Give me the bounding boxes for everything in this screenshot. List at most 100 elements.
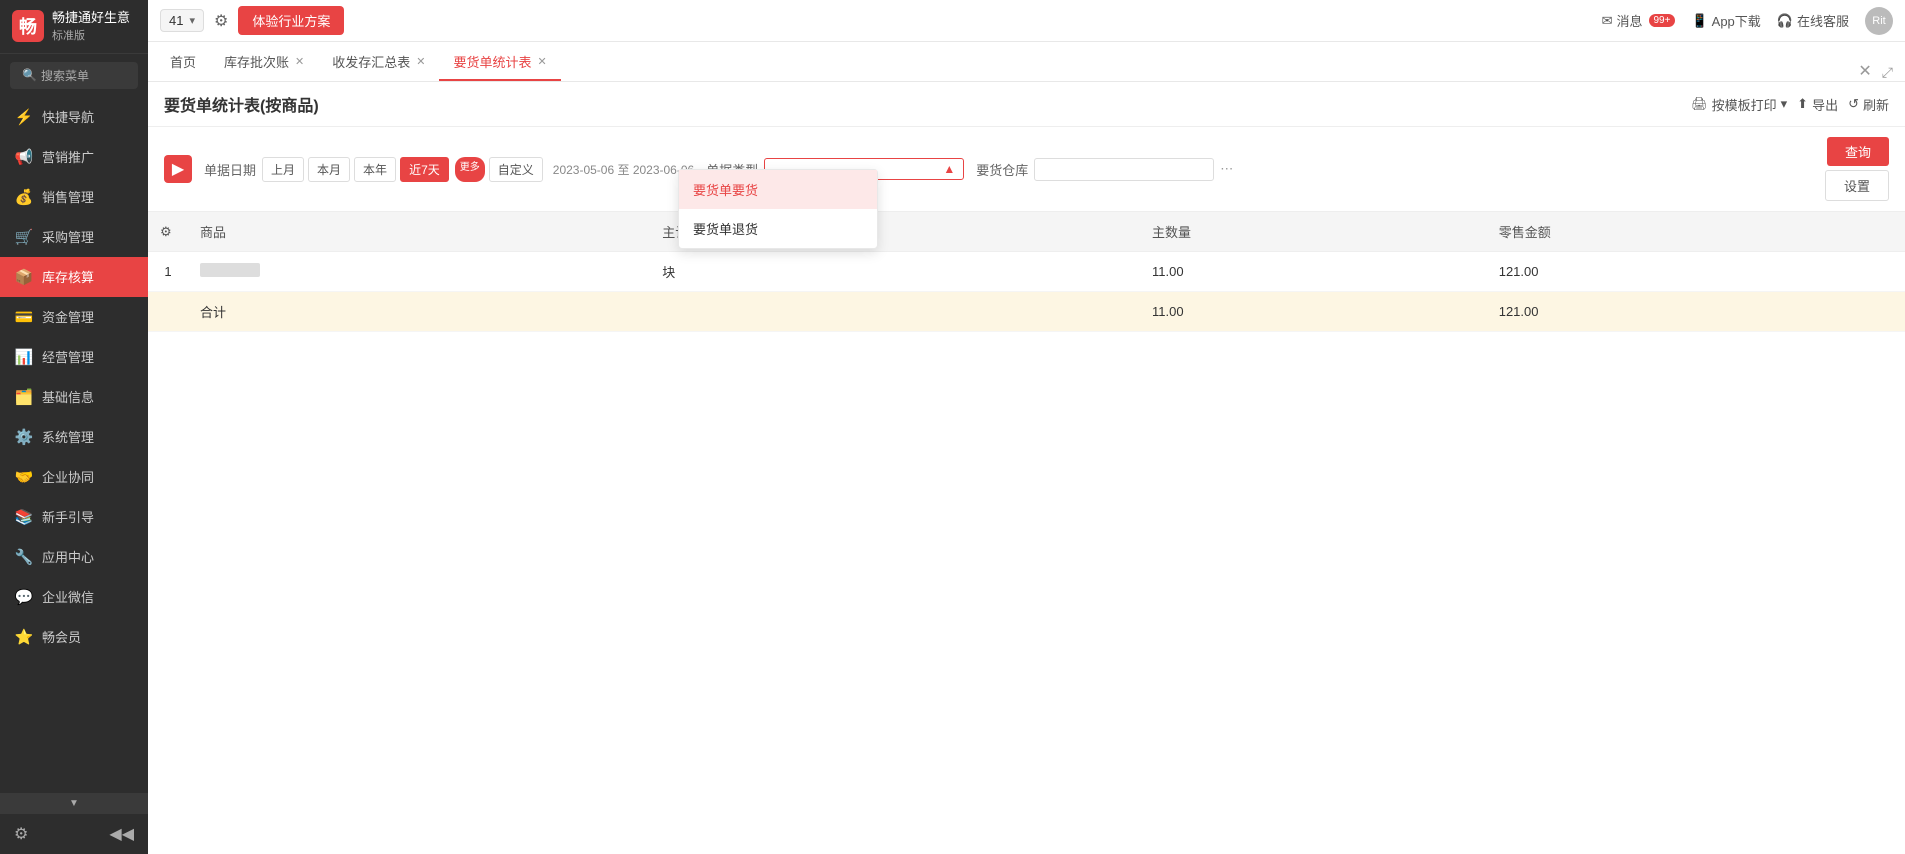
- sidebar: 畅 畅捷通好生意 标准版 🔍 搜索菜单 ⚡ 快捷导航 📢 营销推广 💰 销售管理…: [0, 0, 148, 854]
- type-dropdown-overlay: 要货单要货 要货单退货: [678, 169, 878, 249]
- col-product: 商品: [188, 212, 650, 252]
- collapse-icon[interactable]: ◀◀: [109, 824, 134, 844]
- dropdown-item-order-return[interactable]: 要货单退货: [679, 209, 877, 248]
- refresh-icon: ↺: [1848, 96, 1859, 112]
- sales-icon: 💰: [14, 187, 34, 207]
- sidebar-item-member[interactable]: ⭐ 畅会员: [0, 617, 148, 657]
- sidebar-bottom: ⚙ ◀◀: [0, 813, 148, 854]
- main-area: 41 ▾ ⚙ 体验行业方案 ✉ 消息 99+ 📱 App下载 🎧 在线客服 Ri…: [148, 0, 1905, 854]
- footer-amount: 121.00: [1487, 292, 1905, 332]
- inventory-icon: 📦: [14, 267, 34, 287]
- online-service-btn[interactable]: 🎧 在线客服: [1777, 11, 1849, 30]
- footer-empty-1: [148, 292, 188, 332]
- sidebar-item-basic[interactable]: 🗂️ 基础信息: [0, 377, 148, 417]
- footer-label: 合计: [188, 292, 650, 332]
- row-amount: 121.00: [1487, 252, 1905, 292]
- sidebar-item-inventory[interactable]: 📦 库存核算: [0, 257, 148, 297]
- row-num: 1: [148, 252, 188, 292]
- sidebar-item-label: 快捷导航: [42, 107, 94, 126]
- this-year-btn[interactable]: 本年: [354, 157, 396, 182]
- warehouse-more-icon[interactable]: ⋯: [1220, 161, 1233, 177]
- apps-icon: 🔧: [14, 547, 34, 567]
- search-icon: 🔍: [22, 68, 37, 82]
- page: 要货单统计表(按商品) 🖨 按模板打印 ▾ ⬆ 导出 ↺ 刷新: [148, 82, 1905, 854]
- tab-order-stats[interactable]: 要货单统计表 ✕: [439, 44, 560, 81]
- sidebar-item-finance[interactable]: 💳 资金管理: [0, 297, 148, 337]
- expand-tabs-icon[interactable]: ⤢: [1878, 64, 1897, 81]
- filter-expand-btn[interactable]: ▶: [164, 155, 192, 183]
- sidebar-item-system[interactable]: ⚙️ 系统管理: [0, 417, 148, 457]
- dropdown-item-order-purchase[interactable]: 要货单要货: [679, 170, 877, 209]
- tab-receivable-summary[interactable]: 收发存汇总表 ✕: [318, 44, 439, 81]
- marketing-icon: 📢: [14, 147, 34, 167]
- col-amount: 零售金额: [1487, 212, 1905, 252]
- footer-unit-empty: [650, 292, 1140, 332]
- refresh-label: 刷新: [1863, 95, 1889, 114]
- message-btn[interactable]: ✉ 消息 99+: [1602, 11, 1676, 30]
- sidebar-item-label: 库存核算: [42, 267, 94, 286]
- user-avatar[interactable]: Rit: [1865, 7, 1893, 35]
- export-btn[interactable]: ⬆ 导出: [1797, 95, 1838, 114]
- guide-icon: 📚: [14, 507, 34, 527]
- dropdown-item-label: 要货单要货: [693, 183, 758, 198]
- last-7days-btn[interactable]: 近7天: [400, 157, 449, 182]
- sidebar-item-label: 资金管理: [42, 307, 94, 326]
- finance-icon: 💳: [14, 307, 34, 327]
- tab-inventory-batch-close[interactable]: ✕: [295, 55, 304, 68]
- sidebar-item-marketing[interactable]: 📢 营销推广: [0, 137, 148, 177]
- sidebar-item-guide[interactable]: 📚 新手引导: [0, 497, 148, 537]
- print-dropdown-icon: ▾: [1781, 96, 1788, 112]
- sidebar-item-operation[interactable]: 📊 经营管理: [0, 337, 148, 377]
- member-icon: ⭐: [14, 627, 34, 647]
- expand-icon: ▶: [172, 159, 184, 179]
- sidebar-item-label: 企业协同: [42, 467, 94, 486]
- warehouse-input[interactable]: [1034, 158, 1214, 181]
- date-filter-section: 单据日期 上月 本月 本年 近7天 更多 自定义 2023-05-06 至 20…: [204, 157, 694, 182]
- more-date-badge[interactable]: 更多: [455, 157, 485, 182]
- sidebar-item-sales[interactable]: 💰 销售管理: [0, 177, 148, 217]
- last-month-btn[interactable]: 上月: [262, 157, 304, 182]
- content-area: 要货单统计表(按商品) 🖨 按模板打印 ▾ ⬆ 导出 ↺ 刷新: [148, 82, 1905, 854]
- sidebar-item-label: 应用中心: [42, 547, 94, 566]
- app-download-btn[interactable]: 📱 App下载: [1691, 11, 1760, 30]
- topbar-right: ✉ 消息 99+ 📱 App下载 🎧 在线客服 Rit: [1602, 7, 1893, 35]
- this-month-btn[interactable]: 本月: [308, 157, 350, 182]
- dropdown-item-label: 要货单退货: [693, 222, 758, 237]
- tab-receivable-summary-close[interactable]: ✕: [416, 55, 425, 68]
- settings-icon[interactable]: ⚙: [14, 824, 28, 844]
- message-badge: 99+: [1649, 14, 1676, 27]
- sidebar-scroll-down[interactable]: ▼: [0, 793, 148, 813]
- message-icon: ✉: [1602, 13, 1613, 29]
- row-unit: 块: [650, 252, 1140, 292]
- sidebar-item-wechat[interactable]: 💬 企业微信: [0, 577, 148, 617]
- company-selector[interactable]: 41 ▾: [160, 9, 204, 32]
- date-label: 单据日期: [204, 160, 256, 179]
- sidebar-nav: ⚡ 快捷导航 📢 营销推广 💰 销售管理 🛒 采购管理 📦 库存核算 💳 资金管…: [0, 97, 148, 793]
- sidebar-search[interactable]: 🔍 搜索菜单: [10, 62, 138, 89]
- close-all-tabs-btn[interactable]: ✕: [1852, 61, 1877, 81]
- search-label: 搜索菜单: [41, 67, 89, 84]
- tab-home[interactable]: 首页: [156, 44, 210, 81]
- print-btn[interactable]: 🖨 按模板打印 ▾: [1691, 95, 1787, 114]
- system-icon: ⚙️: [14, 427, 34, 447]
- trial-button[interactable]: 体验行业方案: [238, 6, 344, 35]
- purchase-icon: 🛒: [14, 227, 34, 247]
- row-quantity: 11.00: [1140, 252, 1487, 292]
- sidebar-item-label: 系统管理: [42, 427, 94, 446]
- refresh-btn[interactable]: ↺ 刷新: [1848, 95, 1889, 114]
- sidebar-item-collab[interactable]: 🤝 企业协同: [0, 457, 148, 497]
- chevron-down-icon: ▾: [189, 14, 195, 27]
- sidebar-item-quick-nav[interactable]: ⚡ 快捷导航: [0, 97, 148, 137]
- query-btn[interactable]: 查询: [1827, 137, 1889, 166]
- custom-date-btn[interactable]: 自定义: [489, 157, 543, 182]
- sidebar-item-apps[interactable]: 🔧 应用中心: [0, 537, 148, 577]
- sidebar-item-label: 基础信息: [42, 387, 94, 406]
- sidebar-item-purchase[interactable]: 🛒 采购管理: [0, 217, 148, 257]
- topbar-gear-icon[interactable]: ⚙: [214, 11, 228, 31]
- set-btn[interactable]: 设置: [1825, 170, 1889, 201]
- tab-inventory-batch[interactable]: 库存批次账 ✕: [210, 44, 318, 81]
- col-quantity: 主数量: [1140, 212, 1487, 252]
- tab-order-stats-close[interactable]: ✕: [538, 55, 547, 68]
- col-settings: ⚙: [148, 212, 188, 252]
- operation-icon: 📊: [14, 347, 34, 367]
